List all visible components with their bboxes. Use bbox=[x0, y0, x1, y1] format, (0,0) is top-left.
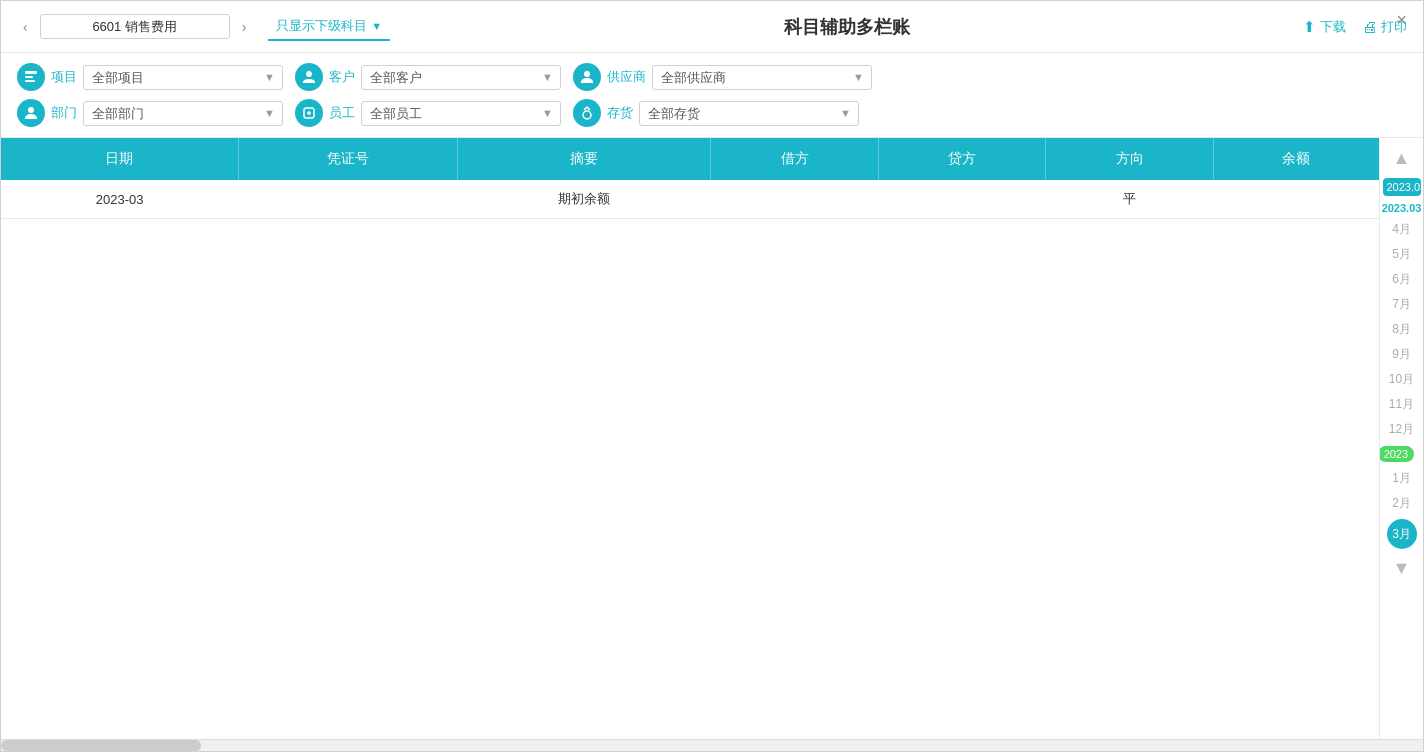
close-btn[interactable]: × bbox=[1396, 11, 1407, 29]
cell-balance bbox=[1213, 180, 1379, 219]
chevron-down-icon: ▼ bbox=[371, 20, 382, 32]
employee-select-wrapper: 全部员工 ▼ bbox=[361, 101, 561, 126]
cell-summary: 期初余额 bbox=[458, 180, 711, 219]
sidebar-period-item[interactable]: 4月 bbox=[1379, 217, 1423, 242]
main-window: ‹ 6601 销售费用 › 只显示下级科目 ▼ 科目辅助多栏账 ⬆ 下载 🖨 打… bbox=[0, 0, 1424, 752]
employee-label: 员工 bbox=[329, 104, 355, 122]
project-filter-item: 项目 全部项目 ▼ bbox=[17, 63, 283, 91]
project-label: 项目 bbox=[51, 68, 77, 86]
employee-filter-item: 员工 全部员工 ▼ bbox=[295, 99, 561, 127]
svg-rect-2 bbox=[25, 80, 35, 82]
sidebar-period-item[interactable]: 1月 bbox=[1379, 466, 1423, 491]
col-debit: 借方 bbox=[711, 138, 878, 180]
sidebar-period-item[interactable]: 12月 bbox=[1379, 417, 1423, 442]
page-title: 科目辅助多栏账 bbox=[390, 15, 1303, 39]
show-sub-label: 只显示下级科目 bbox=[276, 17, 367, 35]
inventory-label: 存货 bbox=[607, 104, 633, 122]
col-direction: 方向 bbox=[1046, 138, 1213, 180]
sidebar-period-item[interactable]: 2023.03 bbox=[1383, 178, 1421, 196]
sidebar-period-item[interactable]: 8月 bbox=[1379, 317, 1423, 342]
table-row[interactable]: 2023-03 期初余额 平 bbox=[1, 180, 1379, 219]
customer-filter-item: 客户 全部客户 ▼ bbox=[295, 63, 561, 91]
download-icon: ⬆ bbox=[1303, 18, 1316, 36]
svg-point-6 bbox=[583, 111, 591, 119]
top-bar: ‹ 6601 销售费用 › 只显示下级科目 ▼ 科目辅助多栏账 ⬆ 下载 🖨 打… bbox=[1, 1, 1423, 53]
supplier-select[interactable]: 全部供应商 bbox=[652, 65, 872, 90]
prev-account-btn[interactable]: ‹ bbox=[17, 17, 34, 37]
project-select-wrapper: 全部项目 ▼ bbox=[83, 65, 283, 90]
cell-debit bbox=[711, 180, 878, 219]
col-voucher: 凭证号 bbox=[238, 138, 458, 180]
main-table-area[interactable]: 日期 凭证号 摘要 借方 贷方 方向 余额 2023-03 期初余额 平 bbox=[1, 138, 1379, 739]
dept-icon bbox=[17, 99, 45, 127]
download-btn[interactable]: ⬆ 下载 bbox=[1303, 18, 1346, 36]
svg-point-3 bbox=[584, 71, 590, 77]
supplier-icon bbox=[573, 63, 601, 91]
cell-voucher bbox=[238, 180, 458, 219]
ledger-table: 日期 凭证号 摘要 借方 贷方 方向 余额 2023-03 期初余额 平 bbox=[1, 138, 1379, 219]
svg-rect-0 bbox=[25, 71, 37, 74]
customer-label: 客户 bbox=[329, 68, 355, 86]
toolbar-right: ⬆ 下载 🖨 打印 bbox=[1303, 18, 1407, 36]
right-sidebar: ▲ 2023.032023.034月5月6月7月8月9月10月11月12月202… bbox=[1379, 138, 1423, 739]
sidebar-period-item[interactable]: 10月 bbox=[1379, 367, 1423, 392]
col-date: 日期 bbox=[1, 138, 238, 180]
inventory-select-wrapper: 全部存货 ▼ bbox=[639, 101, 859, 126]
customer-icon bbox=[295, 63, 323, 91]
sidebar-periods: 2023.032023.034月5月6月7月8月9月10月11月12月20231… bbox=[1379, 175, 1423, 552]
dept-select[interactable]: 全部部门 bbox=[83, 101, 283, 126]
sidebar-down-btn[interactable]: ▼ bbox=[1380, 552, 1423, 585]
sidebar-period-item[interactable]: 11月 bbox=[1379, 392, 1423, 417]
col-balance: 余额 bbox=[1213, 138, 1379, 180]
sidebar-up-btn[interactable]: ▲ bbox=[1380, 142, 1423, 175]
account-code-input[interactable]: 6601 销售费用 bbox=[40, 14, 230, 39]
download-label: 下载 bbox=[1320, 18, 1346, 36]
sidebar-period-item[interactable]: 2023.03 bbox=[1379, 199, 1423, 217]
print-icon: 🖨 bbox=[1362, 18, 1377, 35]
supplier-label: 供应商 bbox=[607, 68, 646, 86]
col-credit: 贷方 bbox=[878, 138, 1045, 180]
employee-icon bbox=[295, 99, 323, 127]
svg-rect-1 bbox=[25, 76, 33, 78]
inventory-icon bbox=[573, 99, 601, 127]
filter-row-1: 项目 全部项目 ▼ 客户 全部客户 ▼ bbox=[17, 63, 1407, 91]
customer-select-wrapper: 全部客户 ▼ bbox=[361, 65, 561, 90]
sidebar-period-item[interactable]: 2月 bbox=[1379, 491, 1423, 516]
sidebar-period-item[interactable]: 3月 bbox=[1387, 519, 1417, 549]
col-summary: 摘要 bbox=[458, 138, 711, 180]
filter-row-2: 部门 全部部门 ▼ 员工 全部员工 ▼ bbox=[17, 99, 1407, 127]
supplier-select-wrapper: 全部供应商 ▼ bbox=[652, 65, 872, 90]
cell-direction: 平 bbox=[1046, 180, 1213, 219]
customer-select[interactable]: 全部客户 bbox=[361, 65, 561, 90]
sidebar-period-item[interactable]: 2023 bbox=[1379, 446, 1414, 462]
scrollbar-thumb[interactable] bbox=[1, 740, 201, 751]
horizontal-scrollbar[interactable] bbox=[1, 739, 1423, 751]
supplier-filter-item: 供应商 全部供应商 ▼ bbox=[573, 63, 872, 91]
show-sub-toggle[interactable]: 只显示下级科目 ▼ bbox=[268, 13, 390, 41]
next-account-btn[interactable]: › bbox=[236, 17, 253, 37]
inventory-select[interactable]: 全部存货 bbox=[639, 101, 859, 126]
employee-select[interactable]: 全部员工 bbox=[361, 101, 561, 126]
sidebar-period-item[interactable]: 7月 bbox=[1379, 292, 1423, 317]
cell-date: 2023-03 bbox=[1, 180, 238, 219]
nav-area: ‹ 6601 销售费用 › 只显示下级科目 ▼ bbox=[17, 13, 390, 41]
project-select[interactable]: 全部项目 bbox=[83, 65, 283, 90]
svg-point-4 bbox=[28, 107, 34, 113]
dept-select-wrapper: 全部部门 ▼ bbox=[83, 101, 283, 126]
inventory-filter-item: 存货 全部存货 ▼ bbox=[573, 99, 859, 127]
sidebar-period-item[interactable]: 6月 bbox=[1379, 267, 1423, 292]
table-container: 日期 凭证号 摘要 借方 贷方 方向 余额 2023-03 期初余额 平 bbox=[1, 138, 1423, 739]
project-icon bbox=[17, 63, 45, 91]
dept-filter-item: 部门 全部部门 ▼ bbox=[17, 99, 283, 127]
filter-area: 项目 全部项目 ▼ 客户 全部客户 ▼ bbox=[1, 53, 1423, 138]
dept-label: 部门 bbox=[51, 104, 77, 122]
sidebar-period-item[interactable]: 5月 bbox=[1379, 242, 1423, 267]
sidebar-period-item[interactable]: 9月 bbox=[1379, 342, 1423, 367]
cell-credit bbox=[878, 180, 1045, 219]
table-header-row: 日期 凭证号 摘要 借方 贷方 方向 余额 bbox=[1, 138, 1379, 180]
